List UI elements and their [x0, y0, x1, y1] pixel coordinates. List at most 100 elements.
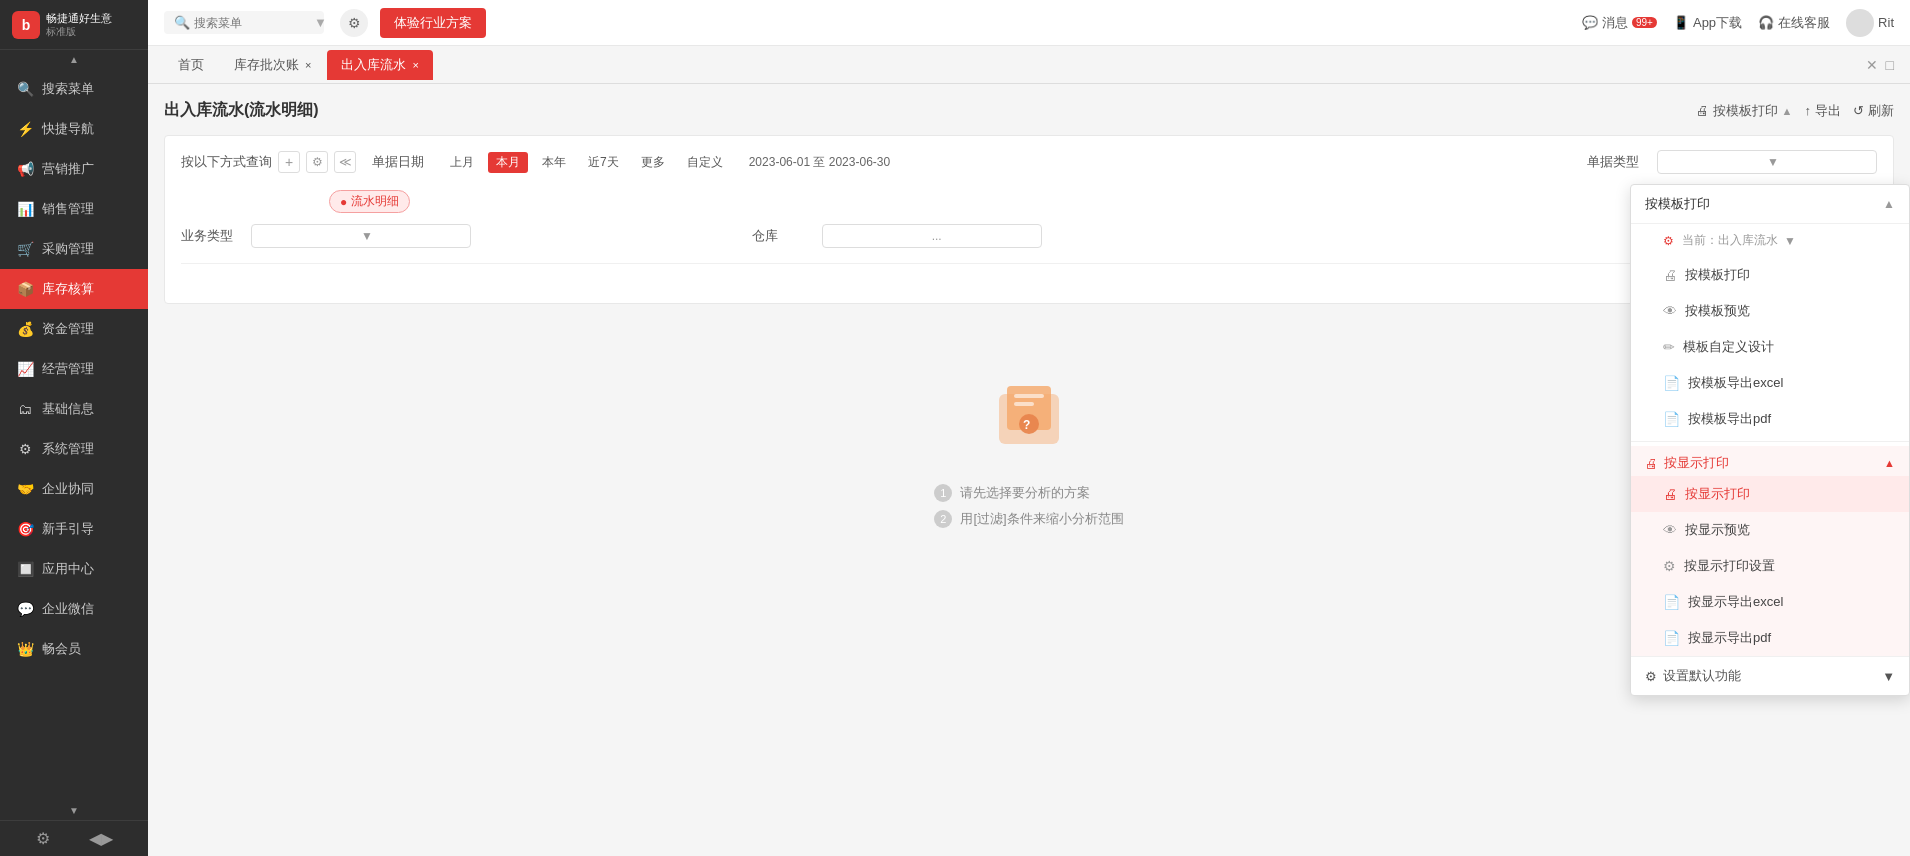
filter-tag-icon: ● — [340, 195, 347, 209]
system-icon: ⚙ — [16, 441, 34, 457]
date-more[interactable]: 更多 — [633, 152, 673, 173]
phone-icon: 📱 — [1673, 15, 1689, 30]
sidebar-item-quick-nav[interactable]: ⚡ 快捷导航 — [0, 109, 148, 149]
tab-home[interactable]: 首页 — [164, 50, 218, 80]
sidebar-item-search[interactable]: 🔍 搜索菜单 — [0, 69, 148, 109]
search-icon: 🔍 — [174, 15, 190, 30]
current-chevron-icon[interactable]: ▼ — [1784, 234, 1796, 248]
close-page-icon[interactable]: ✕ — [1866, 57, 1878, 73]
sidebar-item-label-business: 经营管理 — [42, 360, 94, 378]
page-content: 出入库流水(流水明细) 🖨 按模板打印 ▲ ↑ 导出 ↺ 刷新 — [148, 84, 1910, 856]
inventory-icon: 📦 — [16, 281, 34, 297]
wechat-icon: 💬 — [16, 601, 34, 617]
date-this-year[interactable]: 本年 — [534, 152, 574, 173]
user-avatar-area[interactable]: Rit — [1846, 9, 1894, 37]
svg-rect-3 — [1014, 402, 1034, 406]
sidebar-item-sales[interactable]: 📊 销售管理 — [0, 189, 148, 229]
sidebar-item-apps[interactable]: 🔲 应用中心 — [0, 549, 148, 589]
sidebar-item-label-wechat: 企业微信 — [42, 600, 94, 618]
display-print-icon: 🖨 — [1663, 486, 1677, 502]
date-7days[interactable]: 近7天 — [580, 152, 627, 173]
sidebar-item-marketing[interactable]: 📢 营销推广 — [0, 149, 148, 189]
scroll-down-arrow[interactable]: ▼ — [0, 801, 148, 820]
app-download-btn[interactable]: 📱 App下载 — [1673, 14, 1742, 32]
collapse-filter-btn[interactable]: ▲ 收起更多条件 — [181, 263, 1877, 289]
settings-gear-icon[interactable]: ⚙ — [36, 829, 50, 848]
search-input[interactable] — [194, 16, 314, 30]
sidebar-item-purchase[interactable]: 🛒 采购管理 — [0, 229, 148, 269]
dropdown-chevron-up-icon[interactable]: ▲ — [1883, 197, 1895, 211]
excel-icon: 📄 — [1663, 375, 1680, 391]
filter-collapse-btn[interactable]: ≪ — [334, 151, 356, 173]
tab-flow[interactable]: 出入库流水 × — [327, 50, 432, 80]
dropdown-template-print[interactable]: 🖨 按模板打印 — [1631, 257, 1909, 293]
message-icon: 💬 — [1582, 15, 1598, 30]
dropdown-display-settings[interactable]: ⚙ 按显示打印设置 — [1631, 548, 1909, 584]
sidebar-item-business[interactable]: 📈 经营管理 — [0, 349, 148, 389]
biz-type-select[interactable]: ▼ — [251, 224, 471, 248]
print-btn[interactable]: 🖨 按模板打印 ▲ — [1696, 102, 1793, 120]
close-flow-icon[interactable]: × — [412, 59, 418, 71]
empty-step-2: 2 用[过滤]条件来缩小分析范围 — [934, 510, 1123, 528]
dropdown-display-print[interactable]: 🖨 按显示打印 — [1631, 476, 1909, 512]
date-custom[interactable]: 自定义 — [679, 152, 731, 173]
filter-add-btn[interactable]: + — [278, 151, 300, 173]
topbar-gear-btn[interactable]: ⚙ — [340, 9, 368, 37]
close-inventory-batch-icon[interactable]: × — [305, 59, 311, 71]
industry-btn[interactable]: 体验行业方案 — [380, 8, 486, 38]
logo-icon: b — [12, 11, 40, 39]
doc-type-select[interactable]: ▼ — [1657, 150, 1877, 174]
date-last-month[interactable]: 上月 — [442, 152, 482, 173]
display-section-chevron-up[interactable]: ▲ — [1884, 457, 1895, 469]
sidebar-item-enterprise[interactable]: 🤝 企业协同 — [0, 469, 148, 509]
maximize-icon[interactable]: □ — [1886, 57, 1894, 73]
export-btn[interactable]: ↑ 导出 — [1805, 102, 1842, 120]
sidebar-item-finance[interactable]: 💰 资金管理 — [0, 309, 148, 349]
preview-icon: 👁 — [1663, 303, 1677, 319]
dropdown-template-custom[interactable]: ✏ 模板自定义设计 — [1631, 329, 1909, 365]
online-service-btn[interactable]: 🎧 在线客服 — [1758, 14, 1830, 32]
logo-text: 畅捷通好生意 标准版 — [46, 11, 112, 38]
dropdown-display-export-pdf[interactable]: 📄 按显示导出pdf — [1631, 620, 1909, 656]
sidebar-item-system[interactable]: ⚙ 系统管理 — [0, 429, 148, 469]
sidebar-item-vip[interactable]: 👑 畅会员 — [0, 629, 148, 669]
dropdown-display-preview[interactable]: 👁 按显示预览 — [1631, 512, 1909, 548]
dropdown-footer[interactable]: ⚙ 设置默认功能 ▼ — [1631, 656, 1909, 695]
display-settings-icon: ⚙ — [1663, 558, 1676, 574]
filter-row-1: 按以下方式查询 + ⚙ ≪ 单据日期 上月 本月 本年 近7天 更多 自定义 — [181, 150, 1877, 174]
quick-nav-icon: ⚡ — [16, 121, 34, 137]
empty-step-1: 1 请先选择要分析的方案 — [934, 484, 1123, 502]
sidebar-item-wechat[interactable]: 💬 企业微信 — [0, 589, 148, 629]
filter-setting-btn[interactable]: ⚙ — [306, 151, 328, 173]
biz-type-dropdown-icon: ▼ — [361, 229, 460, 243]
warehouse-select[interactable]: ... — [822, 224, 1042, 248]
dropdown-template-export-pdf[interactable]: 📄 按模板导出pdf — [1631, 401, 1909, 437]
collapse-sidebar-icon[interactable]: ◀▶ — [89, 829, 113, 848]
dropdown-template-export-excel[interactable]: 📄 按模板导出excel — [1631, 365, 1909, 401]
filter-warehouse-row: 仓库 ... — [752, 224, 1307, 248]
filter-date-options: 上月 本月 本年 近7天 更多 自定义 — [442, 152, 731, 173]
sidebar-item-label-inventory: 库存核算 — [42, 280, 94, 298]
refresh-icon: ↺ — [1853, 103, 1864, 118]
filter-tag-流水明细[interactable]: ● 流水明细 — [329, 190, 410, 213]
display-preview-icon: 👁 — [1663, 522, 1677, 538]
refresh-btn[interactable]: ↺ 刷新 — [1853, 102, 1894, 120]
scroll-up-arrow[interactable]: ▲ — [0, 50, 148, 69]
sidebar-item-basic[interactable]: 🗂 基础信息 — [0, 389, 148, 429]
sidebar-item-label-purchase: 采购管理 — [42, 240, 94, 258]
display-pdf-icon: 📄 — [1663, 630, 1680, 646]
sidebar-item-label-basic: 基础信息 — [42, 400, 94, 418]
enterprise-icon: 🤝 — [16, 481, 34, 497]
message-btn[interactable]: 💬 消息 99+ — [1582, 14, 1657, 32]
basic-icon: 🗂 — [16, 401, 34, 417]
topbar-search-box[interactable]: 🔍 ▼ — [164, 11, 324, 34]
sidebar-item-guide[interactable]: 🎯 新手引导 — [0, 509, 148, 549]
sidebar-item-inventory[interactable]: 📦 库存核算 — [0, 269, 148, 309]
main-area: 🔍 ▼ ⚙ 体验行业方案 💬 消息 99+ 📱 App下载 🎧 在线客服 — [148, 0, 1910, 856]
dropdown-template-preview[interactable]: 👁 按模板预览 — [1631, 293, 1909, 329]
date-this-month[interactable]: 本月 — [488, 152, 528, 173]
tab-inventory-batch[interactable]: 库存批次账 × — [220, 50, 325, 80]
topbar-right: 💬 消息 99+ 📱 App下载 🎧 在线客服 Rit — [1582, 9, 1894, 37]
svg-text:?: ? — [1023, 418, 1030, 432]
dropdown-display-export-excel[interactable]: 📄 按显示导出excel — [1631, 584, 1909, 620]
